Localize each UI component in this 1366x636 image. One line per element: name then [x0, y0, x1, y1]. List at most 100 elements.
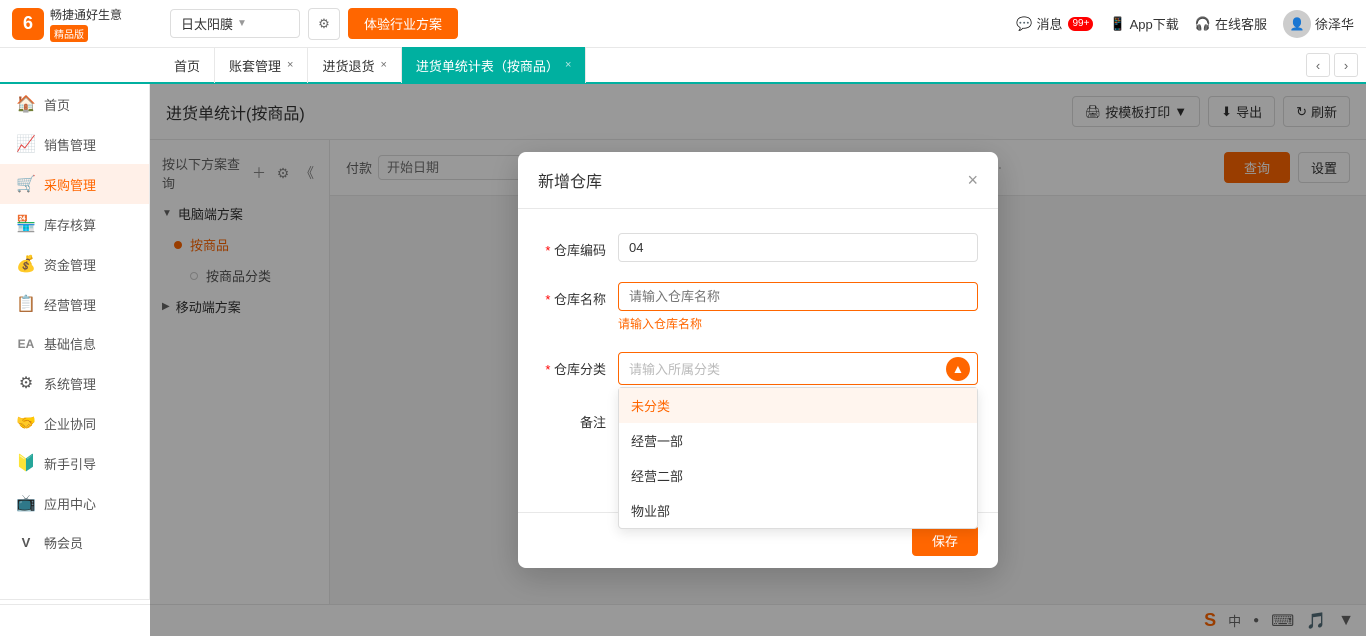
- sidebar-basic-label: 基础信息: [44, 334, 96, 353]
- tab-accounts[interactable]: 账套管理 ×: [215, 47, 308, 83]
- sidebar-newbie-label: 新手引导: [44, 454, 96, 473]
- tab-actions: ‹ ›: [1306, 53, 1366, 77]
- warehouse-code-input[interactable]: [618, 233, 978, 262]
- finance-icon: 💰: [16, 254, 36, 274]
- tab-home-label: 首页: [174, 56, 200, 75]
- warehouse-code-wrap: [618, 233, 978, 262]
- tab-purchase-return-label: 进货退货: [322, 56, 374, 75]
- sidebar: 🏠 首页 📈 销售管理 🛒 采购管理 🏪 库存核算 💰 资金管理 📋 经营管理 …: [0, 84, 150, 636]
- sidebar-item-inventory[interactable]: 🏪 库存核算: [0, 204, 149, 244]
- tab-purchase-stat-close[interactable]: ×: [565, 59, 571, 71]
- warehouse-code-label: 仓库编码: [538, 233, 618, 259]
- form-row-category: 仓库分类 请输入所属分类 ▲ 未分类 经营一部 经营二部: [538, 352, 978, 385]
- sidebar-item-basic[interactable]: EA 基础信息: [0, 324, 149, 363]
- form-row-code: 仓库编码: [538, 233, 978, 262]
- sidebar-item-finance[interactable]: 💰 资金管理: [0, 244, 149, 284]
- topbar-right: 💬 消息 99+ 📱 App下载 🎧 在线客服 👤 徐泽华: [1016, 10, 1354, 38]
- sidebar-vip-label: 畅会员: [44, 533, 83, 552]
- sidebar-item-system[interactable]: ⚙ 系统管理: [0, 363, 149, 403]
- warehouse-name-wrap: 请输入仓库名称: [618, 282, 978, 332]
- sidebar-home-label: 首页: [44, 95, 70, 114]
- category-dropdown: 未分类 经营一部 经营二部 物业部: [618, 387, 978, 529]
- sidebar-item-newbie[interactable]: 🔰 新手引导: [0, 443, 149, 483]
- sidebar-item-vip[interactable]: V 畅会员: [0, 523, 149, 562]
- sidebar-item-appcenter[interactable]: 📺 应用中心: [0, 483, 149, 523]
- store-name: 日太阳膜: [181, 14, 233, 33]
- sidebar-item-enterprise[interactable]: 🤝 企业协同: [0, 403, 149, 443]
- logo-icon: 6: [12, 8, 44, 40]
- warehouse-name-error: 请输入仓库名称: [618, 315, 978, 332]
- dropdown-item-3[interactable]: 物业部: [619, 493, 977, 528]
- dropdown-item-2[interactable]: 经营二部: [619, 458, 977, 493]
- warehouse-cat-wrap: 请输入所属分类 ▲ 未分类 经营一部 经营二部 物业部: [618, 352, 978, 385]
- logo-badge: 精品版: [50, 23, 122, 42]
- modal-overlay: 新增仓库 × 仓库编码: [150, 84, 1366, 636]
- inventory-icon: 🏪: [16, 214, 36, 234]
- store-dropdown-arrow: ▼: [237, 18, 247, 29]
- message-badge: 99+: [1068, 17, 1093, 31]
- topbar-message[interactable]: 💬 消息 99+: [1016, 14, 1093, 33]
- sidebar-item-purchase[interactable]: 🛒 采购管理: [0, 164, 149, 204]
- tab-purchase-stat[interactable]: 进货单统计表（按商品） ×: [402, 47, 586, 83]
- appcenter-icon: 📺: [16, 493, 36, 513]
- topbar-app-download[interactable]: 📱 App下载: [1109, 14, 1178, 33]
- enterprise-icon: 🤝: [16, 413, 36, 433]
- save-button[interactable]: 保存: [912, 525, 978, 556]
- tab-purchase-stat-label: 进货单统计表（按商品）: [416, 56, 559, 75]
- dialog-title: 新增仓库: [538, 168, 602, 192]
- home-icon: 🏠: [16, 94, 36, 114]
- add-warehouse-dialog: 新增仓库 × 仓库编码: [518, 152, 998, 568]
- gear-button[interactable]: ⚙: [308, 8, 340, 40]
- warehouse-name-input[interactable]: [618, 282, 978, 311]
- purchase-icon: 🛒: [16, 174, 36, 194]
- sidebar-sales-label: 销售管理: [44, 135, 96, 154]
- tab-prev-btn[interactable]: ‹: [1306, 53, 1330, 77]
- warehouse-name-label: 仓库名称: [538, 282, 618, 308]
- topbar-service[interactable]: 🎧 在线客服: [1195, 14, 1267, 33]
- main-layout: 🏠 首页 📈 销售管理 🛒 采购管理 🏪 库存核算 💰 资金管理 📋 经营管理 …: [0, 84, 1366, 636]
- dropdown-item-1[interactable]: 经营一部: [619, 423, 977, 458]
- sidebar-item-sales[interactable]: 📈 销售管理: [0, 124, 149, 164]
- warehouse-cat-label: 仓库分类: [538, 352, 618, 378]
- sidebar-purchase-label: 采购管理: [44, 175, 96, 194]
- warehouse-cat-select[interactable]: 请输入所属分类: [618, 352, 978, 385]
- tab-home[interactable]: 首页: [160, 47, 215, 83]
- select-arrow-icon[interactable]: ▲: [946, 357, 970, 381]
- topbar-user[interactable]: 👤 徐泽华: [1283, 10, 1354, 38]
- logo-area: 6 畅捷通好生意 精品版: [12, 6, 162, 42]
- tab-accounts-close[interactable]: ×: [287, 59, 293, 71]
- sidebar-operation-label: 经营管理: [44, 295, 96, 314]
- tab-purchase-return-close[interactable]: ×: [380, 59, 386, 71]
- sidebar-enterprise-label: 企业协同: [44, 414, 96, 433]
- dialog-body: 仓库编码 仓库名称 请输入仓库名称: [518, 209, 998, 512]
- basic-icon: EA: [16, 337, 36, 351]
- dialog-header: 新增仓库 ×: [518, 152, 998, 209]
- topbar: 6 畅捷通好生意 精品版 日太阳膜 ▼ ⚙ 体验行业方案 💬 消息 99+ 📱 …: [0, 0, 1366, 48]
- trial-button[interactable]: 体验行业方案: [348, 8, 458, 39]
- tab-accounts-label: 账套管理: [229, 56, 281, 75]
- sidebar-item-operation[interactable]: 📋 经营管理: [0, 284, 149, 324]
- app-download-icon: 📱: [1109, 16, 1125, 32]
- tab-next-btn[interactable]: ›: [1334, 53, 1358, 77]
- form-row-name: 仓库名称 请输入仓库名称: [538, 282, 978, 332]
- warehouse-cat-placeholder: 请输入所属分类: [629, 359, 720, 378]
- dialog-close-btn[interactable]: ×: [967, 171, 978, 189]
- operation-icon: 📋: [16, 294, 36, 314]
- sidebar-finance-label: 资金管理: [44, 255, 96, 274]
- vip-icon: V: [16, 535, 36, 550]
- dropdown-item-0[interactable]: 未分类: [619, 388, 977, 423]
- content-area: 进货单统计(按商品) 🖨 按模板打印 ▼ ⬇ 导出 ↻ 刷新: [150, 84, 1366, 636]
- logo-title: 畅捷通好生意: [50, 6, 122, 23]
- message-icon: 💬: [1016, 16, 1032, 32]
- service-icon: 🎧: [1195, 16, 1211, 32]
- tab-purchase-return[interactable]: 进货退货 ×: [308, 47, 401, 83]
- sidebar-inventory-label: 库存核算: [44, 215, 96, 234]
- system-icon: ⚙: [16, 373, 36, 393]
- sidebar-system-label: 系统管理: [44, 374, 96, 393]
- newbie-icon: 🔰: [16, 453, 36, 473]
- sales-icon: 📈: [16, 134, 36, 154]
- tabbar: 首页 账套管理 × 进货退货 × 进货单统计表（按商品） × ‹ ›: [0, 48, 1366, 84]
- store-selector[interactable]: 日太阳膜 ▼: [170, 9, 300, 38]
- sidebar-item-home[interactable]: 🏠 首页: [0, 84, 149, 124]
- notes-label: 备注: [538, 405, 618, 431]
